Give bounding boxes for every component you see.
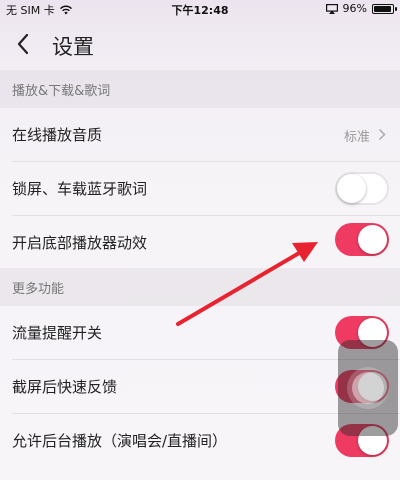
- settings-screen: 无 SIM 卡 下午12:48 96% 设置 播放&下载&歌词 在线播放音质 标…: [0, 0, 400, 480]
- section-header-label: 播放&下载&歌词: [12, 84, 111, 99]
- row-label: 流量提醒开关: [12, 324, 103, 342]
- chevron-right-icon: [378, 128, 386, 141]
- chevron-left-icon[interactable]: [14, 32, 34, 56]
- toggle-knob: [358, 225, 387, 254]
- row-playback-quality[interactable]: 在线播放音质 标准: [0, 108, 400, 162]
- row-label: 截屏后快速反馈: [12, 378, 118, 396]
- row-label: 允许后台播放（演唱会/直播间）: [12, 432, 228, 450]
- section-header-more: 更多功能: [0, 268, 400, 306]
- status-bar-right: 96%: [325, 2, 397, 15]
- lockscreen-lyrics-toggle[interactable]: [335, 172, 389, 205]
- row-label: 开启底部播放器动效: [12, 234, 148, 252]
- status-bar: 无 SIM 卡 下午12:48 96%: [0, 0, 400, 18]
- row-lockscreen-lyrics: 锁屏、车载蓝牙歌词: [0, 162, 400, 216]
- battery-icon: [372, 3, 397, 14]
- toggle-knob: [337, 174, 366, 203]
- row-label: 在线播放音质: [12, 126, 103, 144]
- airplay-icon: [325, 3, 338, 14]
- section-header-label: 更多功能: [12, 282, 65, 297]
- player-animation-toggle[interactable]: [335, 223, 389, 256]
- battery-fill: [374, 5, 392, 12]
- battery-percent: 96%: [342, 2, 367, 15]
- section-header-playback: 播放&下载&歌词: [0, 70, 400, 108]
- page-title: 设置: [52, 35, 94, 59]
- row-value: 标准: [343, 130, 370, 145]
- assistive-touch-button[interactable]: [338, 340, 398, 436]
- nav-bar: 设置: [0, 20, 400, 70]
- row-player-animation: 开启底部播放器动效: [0, 216, 400, 270]
- row-label: 锁屏、车载蓝牙歌词: [12, 180, 148, 198]
